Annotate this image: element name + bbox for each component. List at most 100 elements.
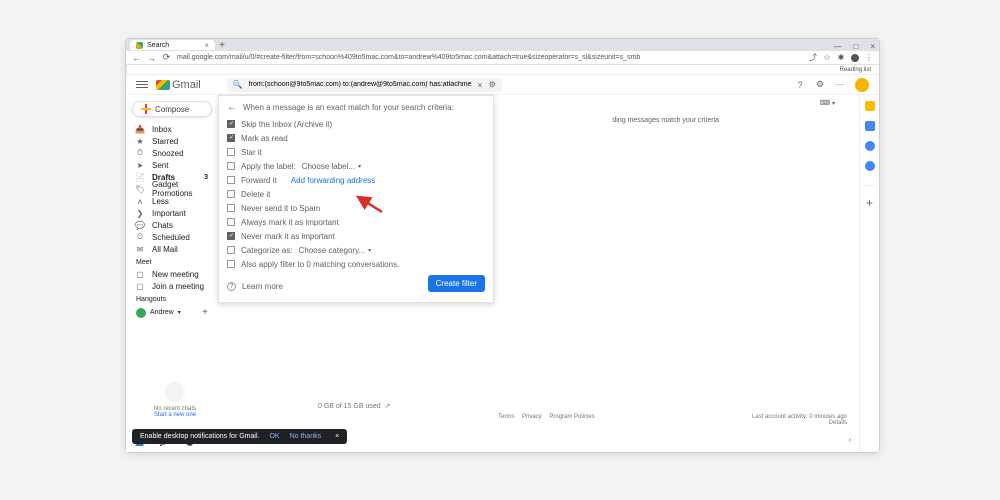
notif-close-icon[interactable]: × (335, 433, 339, 440)
sidebar-item-gadget-promotions[interactable]: 🏷Gadget Promotions (126, 183, 218, 195)
tab-close-icon[interactable]: × (204, 41, 209, 50)
select-dropdown[interactable]: Choose label... ▾ (302, 162, 361, 171)
search-input[interactable] (249, 81, 472, 88)
minimize-icon[interactable]: — (833, 42, 841, 51)
meet-header: Meet (126, 255, 218, 268)
sidebar-item-sent[interactable]: ➤Sent (126, 159, 218, 171)
checkbox[interactable] (227, 162, 235, 170)
profile-icon[interactable] (851, 54, 859, 62)
no-messages-text: ding messages match your criteria (612, 117, 719, 124)
checkbox[interactable] (227, 134, 235, 142)
learn-more-link[interactable]: ? Learn more (227, 282, 283, 291)
filter-option[interactable]: Apply the label: Choose label... ▾ (227, 159, 485, 173)
checkbox[interactable] (227, 232, 235, 240)
filter-option[interactable]: Also apply filter to 0 matching conversa… (227, 257, 485, 271)
back-icon[interactable]: ← (132, 53, 141, 62)
select-dropdown[interactable]: Choose category... ▾ (299, 246, 372, 255)
hangouts-header: Hangouts (126, 292, 218, 305)
reading-list-button[interactable]: Reading list (840, 67, 871, 73)
maximize-icon[interactable]: □ (853, 42, 858, 51)
folder-icon: ⏲ (136, 233, 144, 241)
contacts-icon[interactable] (865, 161, 875, 171)
footer-privacy[interactable]: Privacy (522, 414, 542, 420)
checkbox[interactable] (227, 176, 235, 184)
search-icon[interactable]: 🔍 (233, 80, 243, 89)
folder-icon: ❯ (136, 209, 144, 217)
notif-no-button[interactable]: No thanks (290, 433, 322, 440)
new-hangout-icon[interactable]: + (202, 307, 208, 318)
start-chat-link[interactable]: Start a new one (150, 412, 200, 418)
checkbox[interactable] (227, 246, 235, 254)
folder-icon: ★ (136, 137, 144, 145)
close-icon[interactable]: × (870, 42, 875, 51)
calendar-icon[interactable] (865, 101, 875, 111)
sidebar: Compose 📥Inbox★Starred⏱Snoozed➤Sent📄Draf… (126, 95, 218, 452)
keep-icon[interactable] (865, 121, 875, 131)
filter-option[interactable]: Categorize as: Choose category... ▾ (227, 243, 485, 257)
search-bar[interactable]: 🔍 × ⚙ (227, 78, 502, 92)
sidebar-item-inbox[interactable]: 📥Inbox (126, 123, 218, 135)
settings-icon[interactable]: ⚙ (815, 80, 825, 90)
filter-option[interactable]: Delete it (227, 187, 485, 201)
add-app-icon[interactable]: + (866, 196, 873, 210)
filter-option[interactable]: Never mark it as important (227, 229, 485, 243)
filter-option[interactable]: Never send it to Spam (227, 201, 485, 215)
gmail-logo[interactable]: Gmail (156, 79, 201, 91)
clear-search-icon[interactable]: × (477, 80, 482, 90)
filter-option[interactable]: Mark as read (227, 131, 485, 145)
inline-link[interactable]: Add forwarding address (291, 176, 376, 185)
checkbox[interactable] (227, 218, 235, 226)
footer-terms[interactable]: Terms (498, 414, 514, 420)
right-rail: + (859, 95, 879, 452)
panel-back-icon[interactable]: ← (227, 102, 237, 113)
meet-item[interactable]: ▢Join a meeting (126, 280, 218, 292)
main-menu-icon[interactable] (136, 79, 148, 91)
presence-icon (136, 308, 146, 318)
account-avatar[interactable] (855, 78, 869, 92)
filter-option[interactable]: Star it (227, 145, 485, 159)
sidebar-item-important[interactable]: ❯Important (126, 207, 218, 219)
open-icon[interactable]: ↗ (385, 402, 391, 410)
sidebar-item-all-mail[interactable]: ✉All Mail (126, 243, 218, 255)
sidebar-item-chats[interactable]: 💬Chats (126, 219, 218, 231)
browser-tab[interactable]: Search × (130, 40, 215, 50)
new-tab-button[interactable]: + (217, 40, 227, 50)
support-icon[interactable]: ? (795, 80, 805, 90)
filter-option[interactable]: Forward it Add forwarding address (227, 173, 485, 187)
search-options-icon[interactable]: ⚙ (489, 80, 496, 89)
reload-icon[interactable]: ⟳ (162, 53, 171, 62)
side-panel-toggle-icon[interactable]: › (848, 435, 851, 444)
extension-icon[interactable]: ✱ (837, 54, 845, 62)
filter-option[interactable]: Skip the Inbox (Archive it) (227, 117, 485, 131)
footer-policies[interactable]: Program Policies (549, 414, 594, 420)
meet-item[interactable]: ▢New meeting (126, 268, 218, 280)
input-type-toggle[interactable]: ⌨ ▾ (820, 99, 835, 107)
hangout-user[interactable]: Andrew ▾ + (126, 305, 218, 320)
forward-icon[interactable]: → (147, 53, 156, 62)
menu-icon[interactable]: ⋮ (865, 54, 873, 62)
details-link[interactable]: Details (752, 420, 847, 426)
compose-button[interactable]: Compose (132, 101, 212, 117)
meet-icon: ▢ (136, 282, 144, 290)
extension-icons: ⤴ ☆ ✱ ⋮ (809, 54, 873, 62)
checkbox[interactable] (227, 190, 235, 198)
sidebar-item-scheduled[interactable]: ⏲Scheduled (126, 231, 218, 243)
plus-icon (141, 104, 151, 114)
filter-option[interactable]: Always mark it as important (227, 215, 485, 229)
gmail-app: Gmail 🔍 × ⚙ ? ⚙ ⋯ Compose 📥Inbox (126, 75, 879, 452)
folder-icon: ⏱ (136, 149, 144, 157)
checkbox[interactable] (227, 148, 235, 156)
apps-icon[interactable]: ⋯ (835, 80, 845, 90)
checkbox[interactable] (227, 260, 235, 268)
checkbox[interactable] (227, 204, 235, 212)
notif-ok-button[interactable]: OK (269, 433, 279, 440)
share-icon[interactable]: ⤴ (809, 54, 817, 62)
sidebar-item-snoozed[interactable]: ⏱Snoozed (126, 147, 218, 159)
create-filter-button[interactable]: Create filter (428, 275, 485, 292)
tasks-icon[interactable] (865, 141, 875, 151)
sidebar-item-starred[interactable]: ★Starred (126, 135, 218, 147)
star-icon[interactable]: ☆ (823, 54, 831, 62)
gmail-logo-icon (156, 80, 170, 90)
checkbox[interactable] (227, 120, 235, 128)
url-field[interactable]: mail.google.com/mail/u/0/#create-filter/… (177, 54, 803, 61)
